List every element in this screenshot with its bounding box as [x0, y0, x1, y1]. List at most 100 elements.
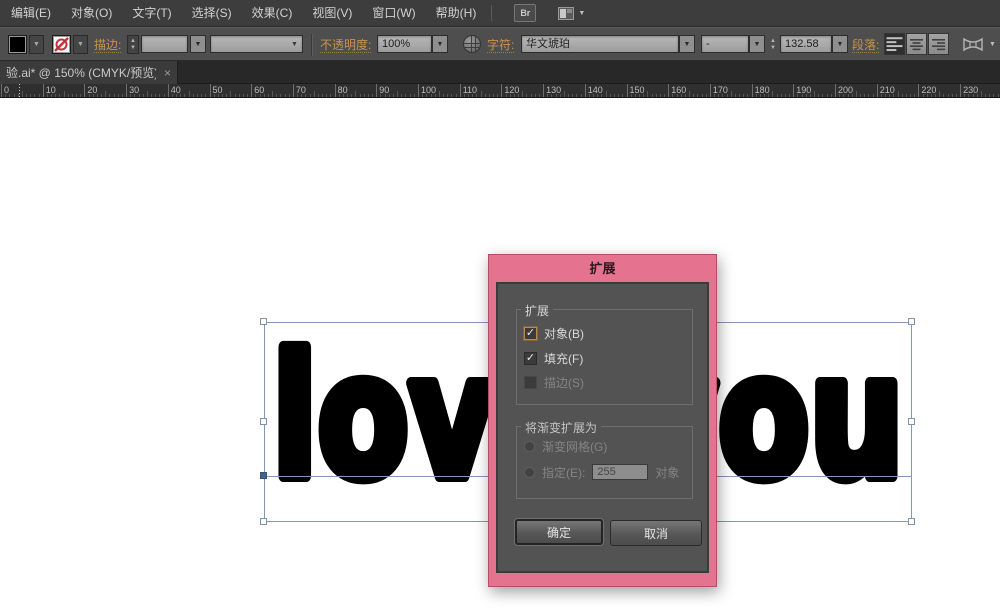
document-tab[interactable]: 验.ai* @ 150% (CMYK/预览) × — [0, 61, 178, 84]
ruler-minor-tick — [497, 94, 498, 97]
font-family-select[interactable]: 华文琥珀 — [521, 35, 679, 53]
ruler-minor-tick — [155, 94, 156, 97]
ruler-minor-tick — [785, 94, 786, 97]
opacity-panel-link[interactable]: 不透明度: — [320, 38, 371, 53]
bridge-button[interactable]: Br — [514, 4, 536, 22]
ruler-minor-tick — [706, 94, 707, 97]
paragraph-panel-link[interactable]: 段落: — [852, 38, 879, 53]
font-style-dropdown[interactable]: ▼ — [749, 35, 765, 53]
fill-color-dropdown[interactable]: ▼ — [29, 35, 44, 54]
ruler-major-tick — [376, 84, 377, 98]
fill-color-swatch[interactable] — [8, 35, 27, 54]
ruler-major-tick — [43, 84, 44, 98]
ruler-minor-tick — [989, 94, 990, 97]
ruler-minor-tick — [276, 94, 277, 97]
ruler-minor-tick — [431, 94, 432, 97]
ruler-minor-tick — [347, 94, 348, 97]
stroke-weight-dropdown[interactable]: ▼ — [190, 35, 206, 53]
ruler-minor-tick — [910, 94, 911, 97]
font-size-field[interactable]: 132.58 — [780, 35, 832, 53]
opacity-field[interactable]: 100% — [377, 35, 432, 53]
width-profile-select[interactable] — [210, 35, 303, 53]
menu-help[interactable]: 帮助(H) — [427, 0, 486, 27]
dialog-title-bar[interactable]: 扩展 — [489, 255, 716, 282]
chevron-down-icon: ▼ — [195, 41, 202, 48]
ruler-minor-tick — [993, 94, 994, 97]
ruler-minor-tick — [576, 94, 577, 97]
stroke-weight-stepper[interactable]: ▲ ▼ — [127, 35, 139, 54]
menu-bar: 编辑(E) 对象(O) 文字(T) 选择(S) 效果(C) 视图(V) 窗口(W… — [0, 0, 1000, 27]
control-bar: ▼ ▼ 描边: ▲ ▼ ▼ ▼ 不透明度: 100% ▼ 字符: 华文琥珀 ▼ … — [0, 27, 1000, 61]
ruler-minor-tick — [597, 94, 598, 97]
menu-object[interactable]: 对象(O) — [62, 0, 121, 27]
align-right-button[interactable] — [928, 33, 949, 55]
ruler-minor-tick — [868, 94, 869, 97]
tab-bar: 验.ai* @ 150% (CMYK/预览) × — [0, 61, 1000, 84]
envelope-dropdown-icon[interactable]: ▼ — [989, 41, 996, 48]
gradient-group-legend: 将渐变扩展为 — [521, 419, 601, 436]
align-center-button[interactable] — [906, 33, 927, 55]
ruler-minor-tick — [856, 91, 857, 97]
ruler-major-tick — [126, 84, 127, 98]
fill-checkbox-row[interactable]: ✓ 填充(F) — [524, 351, 583, 366]
font-family-dropdown[interactable]: ▼ — [679, 35, 695, 53]
cancel-button[interactable]: 取消 — [610, 520, 702, 546]
selection-handle-top-left[interactable] — [260, 318, 267, 325]
ruler-minor-tick — [606, 91, 607, 97]
align-left-button[interactable] — [884, 33, 905, 55]
ruler-minor-tick — [239, 94, 240, 97]
ruler-minor-tick — [55, 94, 56, 97]
opacity-dropdown[interactable]: ▼ — [432, 35, 448, 53]
ruler-minor-tick — [522, 91, 523, 97]
ruler-minor-tick — [326, 94, 327, 97]
ruler-minor-tick — [956, 94, 957, 97]
character-panel-link[interactable]: 字符: — [487, 38, 514, 53]
ruler-minor-tick — [601, 94, 602, 97]
font-size-stepper[interactable]: ▲ ▼ — [767, 35, 779, 54]
stroke-color-swatch[interactable] — [52, 35, 71, 54]
ok-button[interactable]: 确定 — [515, 519, 603, 545]
font-style-select[interactable]: - — [701, 35, 749, 53]
ruler-major-tick — [168, 84, 169, 98]
selection-handle-bottom-right[interactable] — [908, 518, 915, 525]
ruler-minor-tick — [164, 94, 165, 97]
ruler-minor-tick — [814, 91, 815, 97]
object-checkbox-row[interactable]: ✓ 对象(B) — [524, 326, 584, 341]
globe-icon[interactable] — [463, 35, 481, 53]
ruler-minor-tick — [806, 94, 807, 97]
workspace-switcher-button[interactable]: ▼ — [558, 7, 585, 20]
menu-type[interactable]: 文字(T) — [123, 0, 180, 27]
ruler-minor-tick — [489, 94, 490, 97]
baseline-anchor-point[interactable] — [260, 472, 267, 479]
close-icon[interactable]: × — [164, 67, 171, 79]
menu-window[interactable]: 窗口(W) — [363, 0, 424, 27]
stroke-color-dropdown[interactable]: ▼ — [73, 35, 88, 54]
ruler-minor-tick — [481, 91, 482, 97]
font-size-dropdown[interactable]: ▼ — [832, 35, 848, 53]
horizontal-ruler[interactable]: 0102030405060708090100110120130140150160… — [0, 84, 1000, 98]
ruler-minor-tick — [560, 94, 561, 97]
ruler-minor-tick — [647, 91, 648, 97]
stroke-panel-link[interactable]: 描边: — [94, 38, 121, 53]
selection-handle-mid-right[interactable] — [908, 418, 915, 425]
ruler-minor-tick — [848, 94, 849, 97]
menu-select[interactable]: 选择(S) — [183, 0, 241, 27]
ruler-minor-tick — [818, 94, 819, 97]
selection-handle-top-right[interactable] — [908, 318, 915, 325]
menu-edit[interactable]: 编辑(E) — [2, 0, 60, 27]
ruler-minor-tick — [101, 94, 102, 97]
check-icon: ✓ — [526, 353, 535, 364]
make-envelope-button[interactable] — [962, 36, 984, 58]
fill-checkbox[interactable]: ✓ — [524, 352, 537, 365]
ruler-minor-tick — [822, 94, 823, 97]
ruler-major-tick — [293, 84, 294, 98]
ruler-minor-tick — [735, 94, 736, 97]
ruler-minor-tick — [39, 94, 40, 97]
selection-handle-bottom-left[interactable] — [260, 518, 267, 525]
ruler-minor-tick — [380, 94, 381, 97]
stroke-weight-field[interactable] — [141, 35, 188, 53]
selection-handle-mid-left[interactable] — [260, 418, 267, 425]
menu-view[interactable]: 视图(V) — [303, 0, 361, 27]
menu-effect[interactable]: 效果(C) — [243, 0, 302, 27]
object-checkbox[interactable]: ✓ — [524, 327, 537, 340]
